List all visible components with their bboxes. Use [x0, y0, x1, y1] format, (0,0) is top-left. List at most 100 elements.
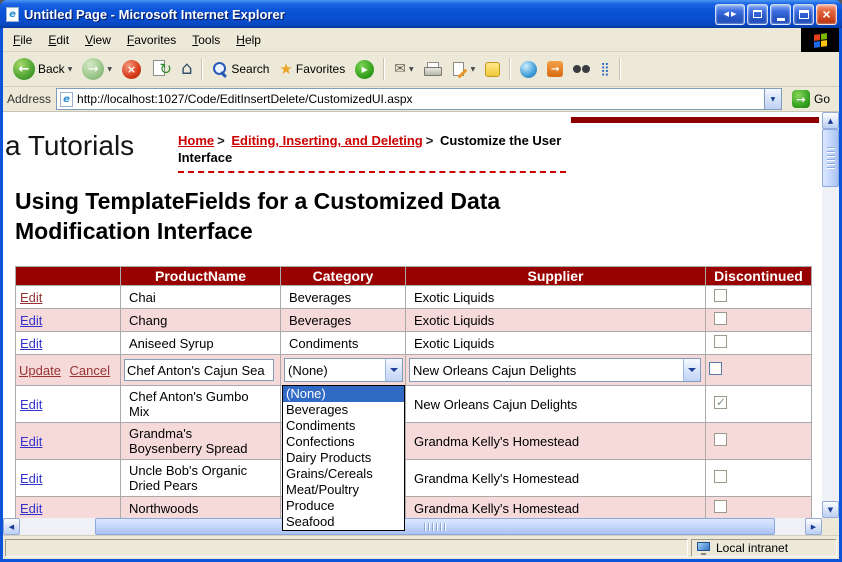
- menu-item-view[interactable]: View: [77, 30, 119, 50]
- vertical-scrollbar-thumb[interactable]: [822, 129, 839, 187]
- product-row: Edit Chef Anton's Gumbo Mix New Orleans …: [16, 386, 812, 423]
- category-select[interactable]: (None): [284, 358, 403, 382]
- category-option[interactable]: Produce: [283, 498, 404, 514]
- security-zone-indicator[interactable]: Local intranet: [691, 539, 837, 557]
- menu-item-file[interactable]: File: [5, 30, 40, 50]
- go-label: Go: [814, 92, 830, 106]
- addon-binoculars-button[interactable]: [569, 62, 594, 76]
- menu-item-edit[interactable]: Edit: [40, 30, 77, 50]
- update-link[interactable]: Update: [19, 363, 61, 378]
- category-dropdown-list: (None) Beverages Condiments Confections …: [282, 385, 405, 531]
- page-pencil-icon: [452, 61, 468, 78]
- nav-left-icon: ◀: [724, 10, 729, 18]
- discontinued-checkbox: [714, 335, 727, 348]
- edit-page-button[interactable]: ▼: [448, 59, 480, 80]
- vertical-scrollbar[interactable]: ▲ ▼: [822, 112, 839, 518]
- breadcrumb-home-link[interactable]: Home: [178, 133, 214, 148]
- product-cell: Grandma's Boysenberry Spread: [129, 426, 259, 456]
- column-header-productname: ProductName: [121, 267, 281, 286]
- edit-link[interactable]: Edit: [20, 471, 42, 486]
- scroll-right-button[interactable]: ▶: [805, 518, 822, 535]
- scroll-down-button[interactable]: ▼: [822, 501, 839, 518]
- refresh-button[interactable]: ↻: [147, 57, 175, 81]
- menu-item-tools[interactable]: Tools: [184, 30, 228, 50]
- edit-link[interactable]: Edit: [20, 501, 42, 516]
- chevron-down-icon[interactable]: [683, 359, 700, 381]
- horizontal-scrollbar-thumb[interactable]: [95, 518, 775, 535]
- supplier-cell: Grandma Kelly's Homestead: [406, 460, 706, 497]
- category-option[interactable]: Meat/Poultry: [283, 482, 404, 498]
- go-icon: →: [792, 90, 810, 108]
- discontinued-checkbox: [714, 433, 727, 446]
- title-window-button[interactable]: [747, 4, 768, 25]
- toolbar-separator: [509, 58, 511, 80]
- scroll-left-button[interactable]: ◀: [3, 518, 20, 535]
- go-button[interactable]: → Go: [787, 90, 835, 108]
- addon-grid-button[interactable]: ⣿: [596, 60, 614, 79]
- search-button[interactable]: Search: [208, 59, 273, 79]
- addon-arrow-button[interactable]: →: [543, 59, 567, 79]
- category-option[interactable]: Dairy Products: [283, 450, 404, 466]
- category-option[interactable]: (None): [283, 386, 404, 402]
- category-option[interactable]: Seafood: [283, 514, 404, 530]
- media-button[interactable]: ▶: [351, 58, 378, 81]
- back-button[interactable]: ← Back ▼: [9, 56, 76, 82]
- menu-item-favorites[interactable]: Favorites: [119, 30, 184, 50]
- category-option[interactable]: Grains/Cereals: [283, 466, 404, 482]
- discontinued-checkbox[interactable]: [709, 362, 722, 375]
- chevron-down-icon[interactable]: [385, 359, 402, 381]
- mail-button[interactable]: ✉ ▼: [390, 59, 417, 79]
- edit-link[interactable]: Edit: [20, 336, 42, 351]
- window-titlebar[interactable]: e Untitled Page - Microsoft Internet Exp…: [0, 0, 842, 28]
- back-icon: ←: [13, 58, 35, 80]
- edit-link[interactable]: Edit: [20, 434, 42, 449]
- search-label: Search: [231, 62, 269, 76]
- product-row: Edit Aniseed Syrup Condiments Exotic Liq…: [16, 332, 812, 355]
- breadcrumb-section-link[interactable]: Editing, Inserting, and Deleting: [231, 133, 422, 148]
- breadcrumb-separator: >: [217, 133, 225, 148]
- product-cell: Aniseed Syrup: [129, 336, 259, 351]
- supplier-cell: Exotic Liquids: [406, 309, 706, 332]
- chevron-down-icon: ▼: [471, 66, 476, 73]
- status-bar: Local intranet: [3, 535, 839, 559]
- forward-icon: →: [82, 58, 104, 80]
- print-button[interactable]: [420, 60, 446, 79]
- edit-link[interactable]: Edit: [20, 313, 42, 328]
- favorites-button[interactable]: ★ Favorites: [275, 58, 349, 80]
- horizontal-scrollbar[interactable]: ◀ ▶: [3, 518, 822, 535]
- product-name-input[interactable]: [124, 359, 274, 381]
- minimize-button[interactable]: [770, 4, 791, 25]
- close-button[interactable]: ×: [816, 4, 837, 25]
- discontinued-checkbox: [714, 396, 727, 409]
- supplier-cell: New Orleans Cajun Delights: [406, 386, 706, 423]
- product-row: Edit Grandma's Boysenberry Spread Grandm…: [16, 423, 812, 460]
- title-nav-arrows-button[interactable]: ◀ ▶: [715, 4, 745, 25]
- edit-link[interactable]: Edit: [20, 290, 42, 305]
- globe-icon: [520, 61, 537, 78]
- printer-icon: [424, 62, 442, 77]
- maximize-button[interactable]: [793, 4, 814, 25]
- menu-item-help[interactable]: Help: [228, 30, 269, 50]
- supplier-select[interactable]: New Orleans Cajun Delights: [409, 358, 701, 382]
- messenger-button[interactable]: [481, 60, 504, 79]
- category-option[interactable]: Confections: [283, 434, 404, 450]
- stop-button[interactable]: ×: [118, 58, 145, 81]
- addon-globe-button[interactable]: [516, 59, 541, 80]
- column-header-category: Category: [281, 267, 406, 286]
- back-label: Back: [38, 62, 65, 76]
- home-icon: ⌂: [181, 60, 192, 78]
- scroll-up-button[interactable]: ▲: [822, 112, 839, 129]
- category-select-value: (None): [288, 363, 385, 378]
- category-cell: Condiments: [281, 332, 406, 355]
- address-input[interactable]: [77, 92, 760, 106]
- cancel-link[interactable]: Cancel: [70, 363, 110, 378]
- column-header-discontinued: Discontinued: [706, 267, 812, 286]
- category-option[interactable]: Condiments: [283, 418, 404, 434]
- messenger-icon: [485, 62, 500, 77]
- address-dropdown-button[interactable]: ▼: [764, 89, 781, 109]
- toolbar-separator: [201, 58, 203, 80]
- category-option[interactable]: Beverages: [283, 402, 404, 418]
- edit-link[interactable]: Edit: [20, 397, 42, 412]
- forward-button[interactable]: → ▼: [78, 56, 116, 82]
- home-button[interactable]: ⌂: [177, 58, 196, 80]
